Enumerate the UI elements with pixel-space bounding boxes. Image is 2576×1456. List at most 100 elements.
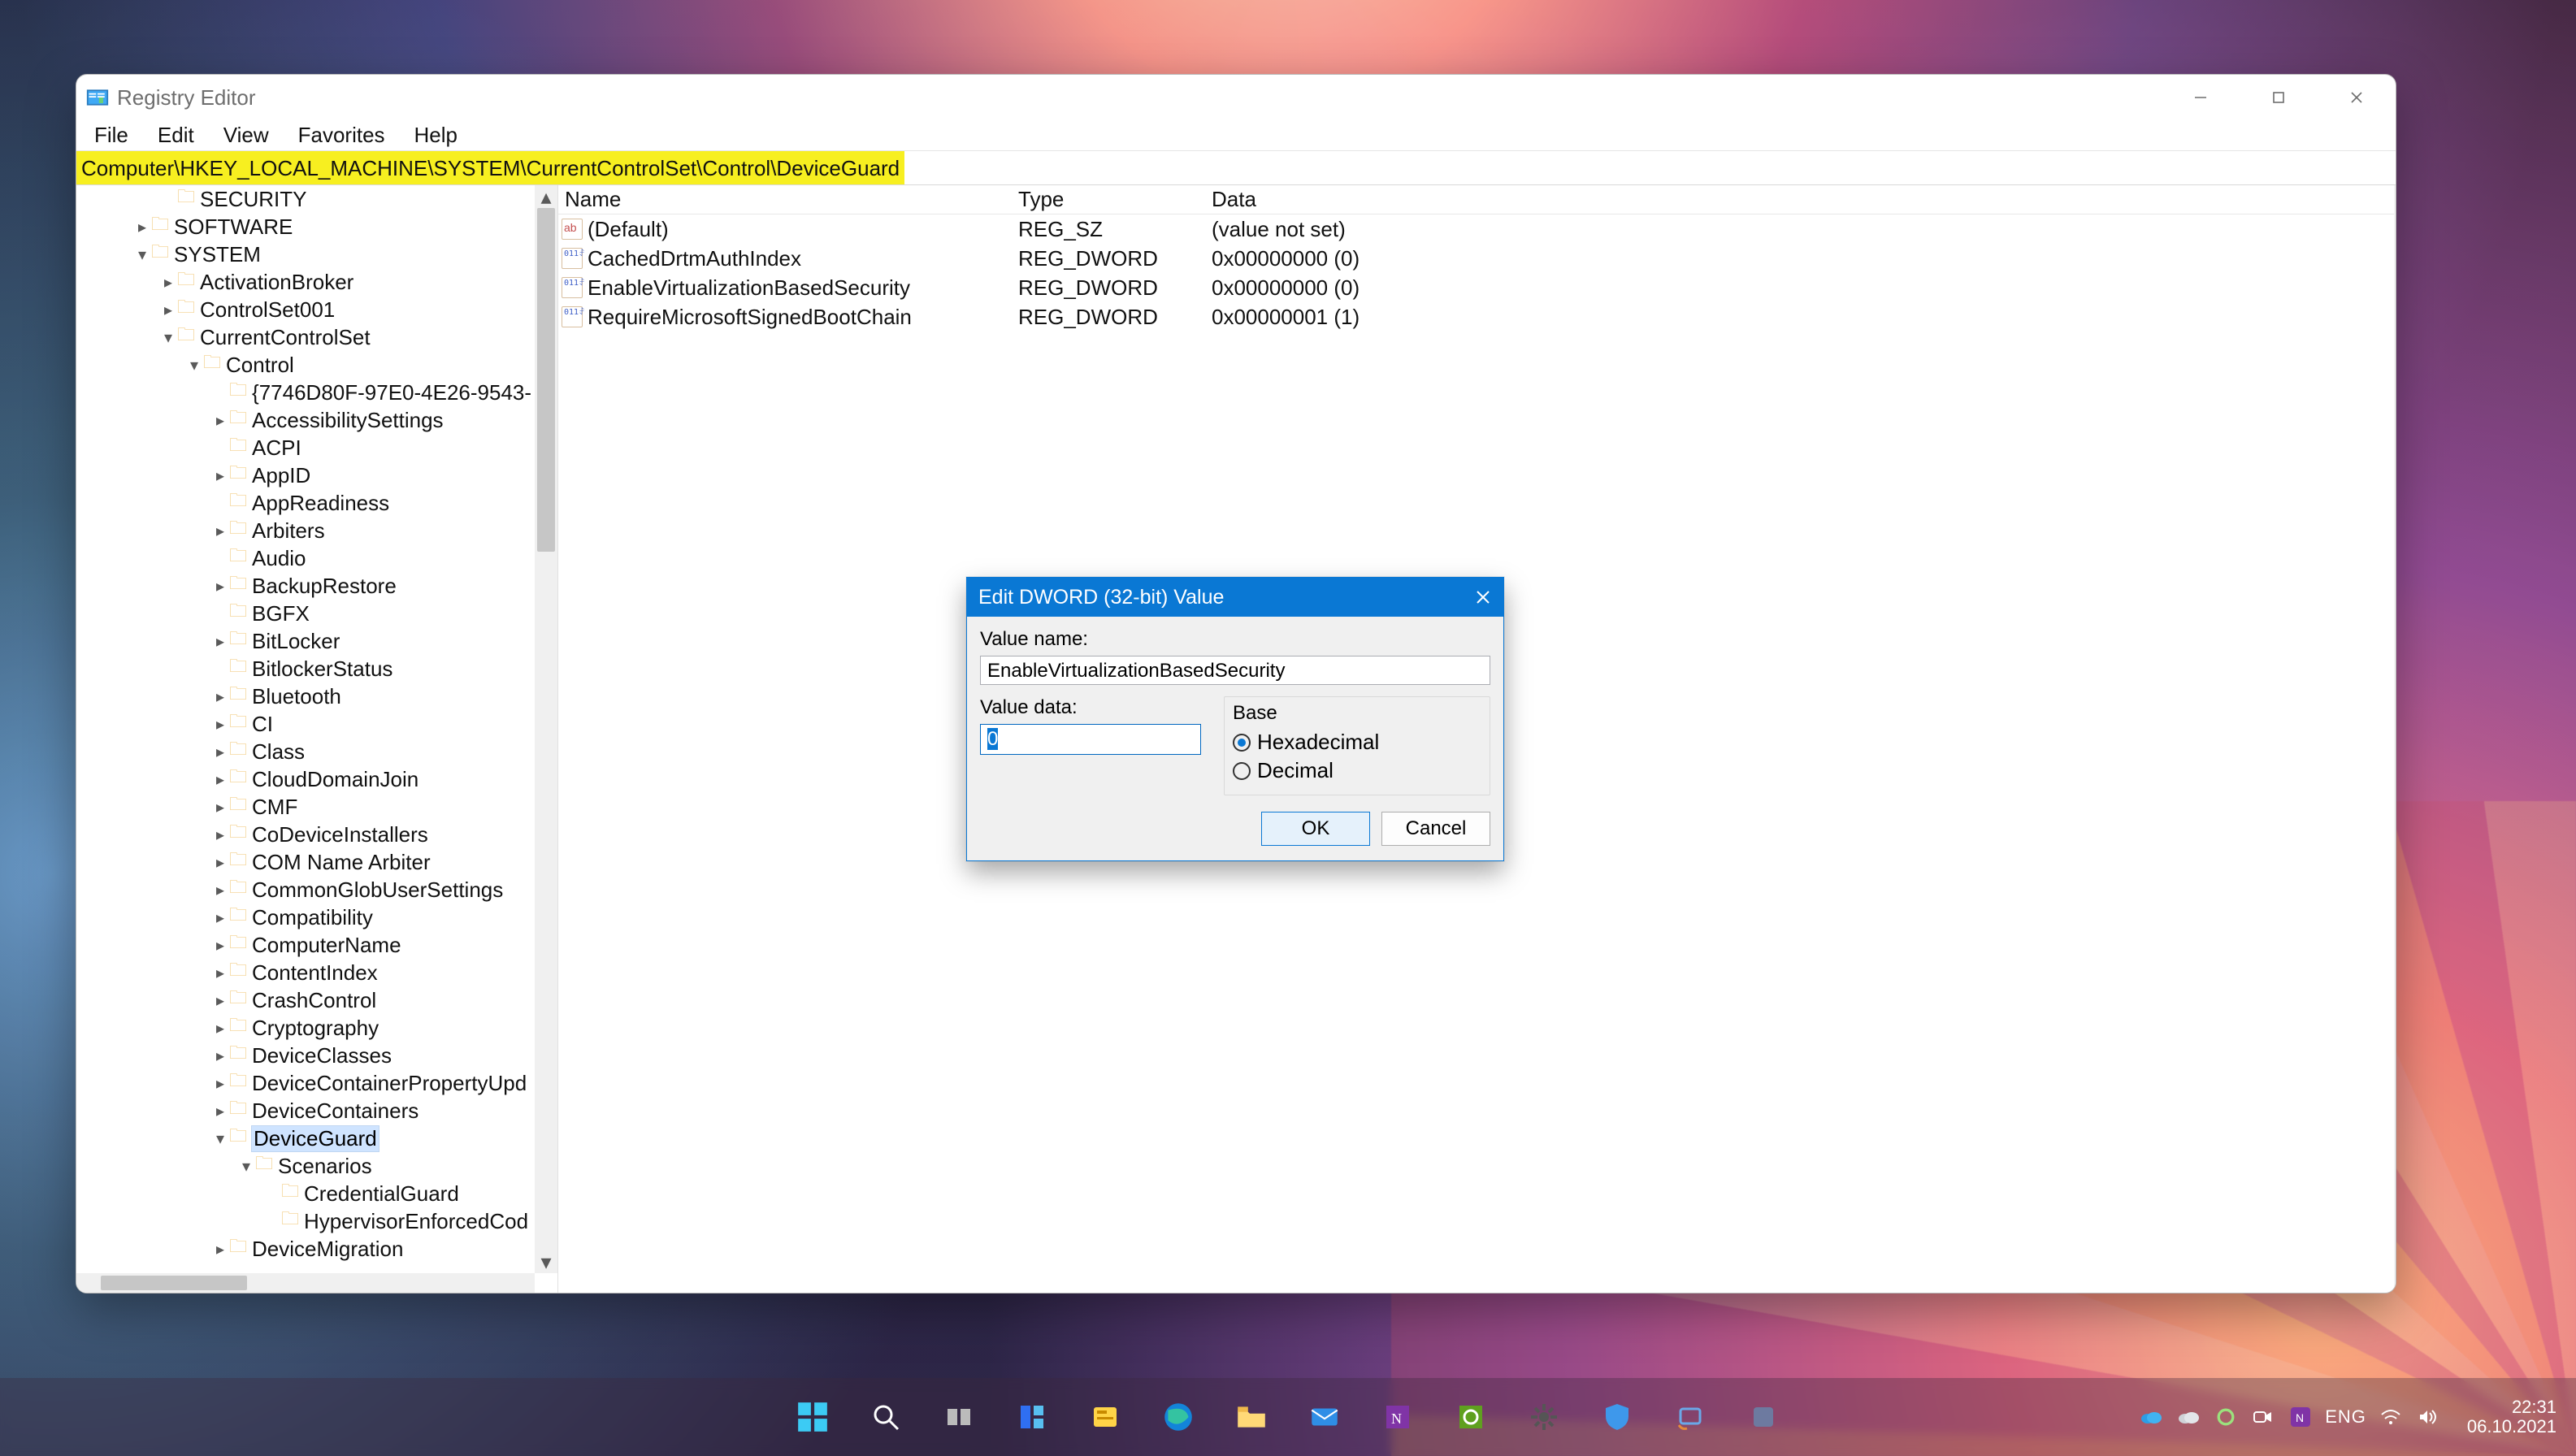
tree-node[interactable]: ▸🗀CMF [76, 793, 535, 821]
chevron-icon[interactable]: ▸ [211, 410, 229, 431]
chevron-icon[interactable]: ▸ [211, 1018, 229, 1038]
chevron-icon[interactable]: ▸ [211, 687, 229, 707]
chevron-icon[interactable]: ▸ [211, 521, 229, 541]
tree-node[interactable]: ▸🗀COM Name Arbiter [76, 848, 535, 876]
tree-node[interactable]: ▸🗀Arbiters [76, 517, 535, 544]
menu-edit[interactable]: Edit [143, 119, 209, 151]
volume-icon[interactable] [2415, 1404, 2441, 1430]
chevron-icon[interactable]: ▸ [211, 742, 229, 762]
close-button[interactable] [2318, 75, 2396, 120]
chevron-icon[interactable]: ▸ [211, 714, 229, 734]
address-bar[interactable]: Computer\HKEY_LOCAL_MACHINE\SYSTEM\Curre… [76, 151, 2396, 185]
mail-icon[interactable] [1293, 1385, 1356, 1449]
menu-file[interactable]: File [80, 119, 143, 151]
widgets-icon[interactable] [1000, 1385, 1064, 1449]
tree-node[interactable]: ▾🗀SYSTEM [76, 240, 535, 268]
app-icon[interactable] [1732, 1385, 1795, 1449]
tree-node[interactable]: 🗀BitlockerStatus [76, 655, 535, 682]
tree-node[interactable]: 🗀Audio [76, 544, 535, 572]
tree-node[interactable]: 🗀CredentialGuard [76, 1180, 535, 1207]
tree-node[interactable]: 🗀ACPI [76, 434, 535, 462]
list-row[interactable]: CachedDrtmAuthIndexREG_DWORD0x00000000 (… [558, 244, 2396, 273]
tree-node[interactable]: ▸🗀AccessibilitySettings [76, 406, 535, 434]
tray-extra-icon[interactable] [2213, 1404, 2239, 1430]
tree-node[interactable]: ▸🗀CommonGlobUserSettings [76, 876, 535, 904]
onenote-tray-icon[interactable]: N [2288, 1404, 2314, 1430]
system-tray[interactable]: N ENG 22:31 06.10.2021 [2138, 1378, 2576, 1456]
radio-decimal[interactable]: Decimal [1233, 758, 1481, 783]
ok-button[interactable]: OK [1261, 812, 1370, 846]
tree-node[interactable]: ▸🗀CI [76, 710, 535, 738]
tree-node[interactable]: ▾🗀DeviceGuard [76, 1124, 535, 1152]
tree-node[interactable]: ▸🗀DeviceContainerPropertyUpd [76, 1069, 535, 1097]
chevron-icon[interactable]: ▸ [211, 1101, 229, 1121]
chevron-icon[interactable]: ▾ [211, 1129, 229, 1149]
titlebar[interactable]: Registry Editor [76, 75, 2396, 120]
tree-node[interactable]: ▸🗀SOFTWARE [76, 213, 535, 240]
tree-node[interactable]: 🗀{7746D80F-97E0-4E26-9543- [76, 379, 535, 406]
dialog-close-button[interactable] [1463, 578, 1503, 617]
menu-help[interactable]: Help [400, 119, 472, 151]
menu-view[interactable]: View [209, 119, 284, 151]
snipping-tool-icon[interactable] [1659, 1385, 1722, 1449]
hscroll-thumb[interactable] [101, 1276, 247, 1290]
column-header-name[interactable]: Name [558, 187, 1018, 212]
tree-node[interactable]: ▸🗀BackupRestore [76, 572, 535, 600]
column-header-type[interactable]: Type [1018, 187, 1212, 212]
chevron-icon[interactable]: ▾ [237, 1156, 255, 1176]
tree-node[interactable]: 🗀BGFX [76, 600, 535, 627]
list-row[interactable]: (Default)REG_SZ(value not set) [558, 214, 2396, 244]
minimize-button[interactable] [2162, 75, 2240, 120]
tree-node[interactable]: ▸🗀CoDeviceInstallers [76, 821, 535, 848]
tree-node[interactable]: ▸🗀ControlSet001 [76, 296, 535, 323]
chevron-icon[interactable]: ▸ [159, 300, 177, 320]
tree-horizontal-scrollbar[interactable] [76, 1273, 535, 1293]
windows-security-icon[interactable] [1585, 1385, 1649, 1449]
tree-view[interactable]: 🗀SECURITY▸🗀SOFTWARE▾🗀SYSTEM▸🗀ActivationB… [76, 185, 535, 1293]
tree-node[interactable]: 🗀SECURITY [76, 185, 535, 213]
value-data-input[interactable]: 0 [980, 724, 1201, 755]
tree-node[interactable]: ▾🗀CurrentControlSet [76, 323, 535, 351]
column-header-data[interactable]: Data [1212, 187, 2396, 212]
chevron-icon[interactable]: ▸ [211, 797, 229, 817]
chevron-icon[interactable]: ▸ [211, 852, 229, 873]
tree-node[interactable]: ▸🗀ActivationBroker [76, 268, 535, 296]
onenote-icon[interactable]: N [1366, 1385, 1429, 1449]
chevron-icon[interactable]: ▸ [211, 880, 229, 900]
chevron-icon[interactable]: ▸ [133, 217, 151, 237]
edge-icon[interactable] [1147, 1385, 1210, 1449]
list-row[interactable]: RequireMicrosoftSignedBootChainREG_DWORD… [558, 302, 2396, 332]
tree-node[interactable]: ▾🗀Control [76, 351, 535, 379]
wifi-icon[interactable] [2378, 1404, 2404, 1430]
onedrive-tray-icon-2[interactable] [2175, 1404, 2201, 1430]
value-name-field[interactable]: EnableVirtualizationBasedSecurity [980, 656, 1490, 685]
settings-icon[interactable] [1512, 1385, 1576, 1449]
chevron-icon[interactable]: ▸ [211, 1046, 229, 1066]
start-button[interactable] [781, 1385, 844, 1449]
scroll-up-arrow-icon[interactable]: ▴ [535, 185, 557, 208]
scroll-down-arrow-icon[interactable]: ▾ [535, 1250, 557, 1273]
list-row[interactable]: EnableVirtualizationBasedSecurityREG_DWO… [558, 273, 2396, 302]
chevron-icon[interactable]: ▾ [159, 327, 177, 348]
radio-hexadecimal[interactable]: Hexadecimal [1233, 730, 1481, 755]
maximize-button[interactable] [2240, 75, 2318, 120]
tree-node[interactable]: ▸🗀AppID [76, 462, 535, 489]
tree-node[interactable]: ▸🗀Bluetooth [76, 682, 535, 710]
taskbar-clock[interactable]: 22:31 06.10.2021 [2467, 1398, 2556, 1436]
tree-vertical-scrollbar[interactable]: ▴ ▾ [535, 185, 557, 1273]
meet-now-icon[interactable] [2250, 1404, 2276, 1430]
tree-node[interactable]: ▸🗀ComputerName [76, 931, 535, 959]
tree-node[interactable]: ▸🗀DeviceMigration [76, 1235, 535, 1263]
keyboard-layout[interactable]: ENG [2325, 1406, 2366, 1428]
chevron-icon[interactable]: ▾ [185, 355, 203, 375]
nvidia-icon[interactable] [1439, 1385, 1503, 1449]
tree-node[interactable]: ▸🗀Compatibility [76, 904, 535, 931]
tree-node[interactable]: ▾🗀Scenarios [76, 1152, 535, 1180]
tree-node[interactable]: ▸🗀ContentIndex [76, 959, 535, 986]
chevron-icon[interactable]: ▾ [133, 245, 151, 265]
chevron-icon[interactable]: ▸ [211, 825, 229, 845]
chevron-icon[interactable]: ▸ [211, 769, 229, 790]
tree-node[interactable]: ▸🗀Cryptography [76, 1014, 535, 1042]
tree-node[interactable]: ▸🗀DeviceClasses [76, 1042, 535, 1069]
chevron-icon[interactable]: ▸ [211, 576, 229, 596]
